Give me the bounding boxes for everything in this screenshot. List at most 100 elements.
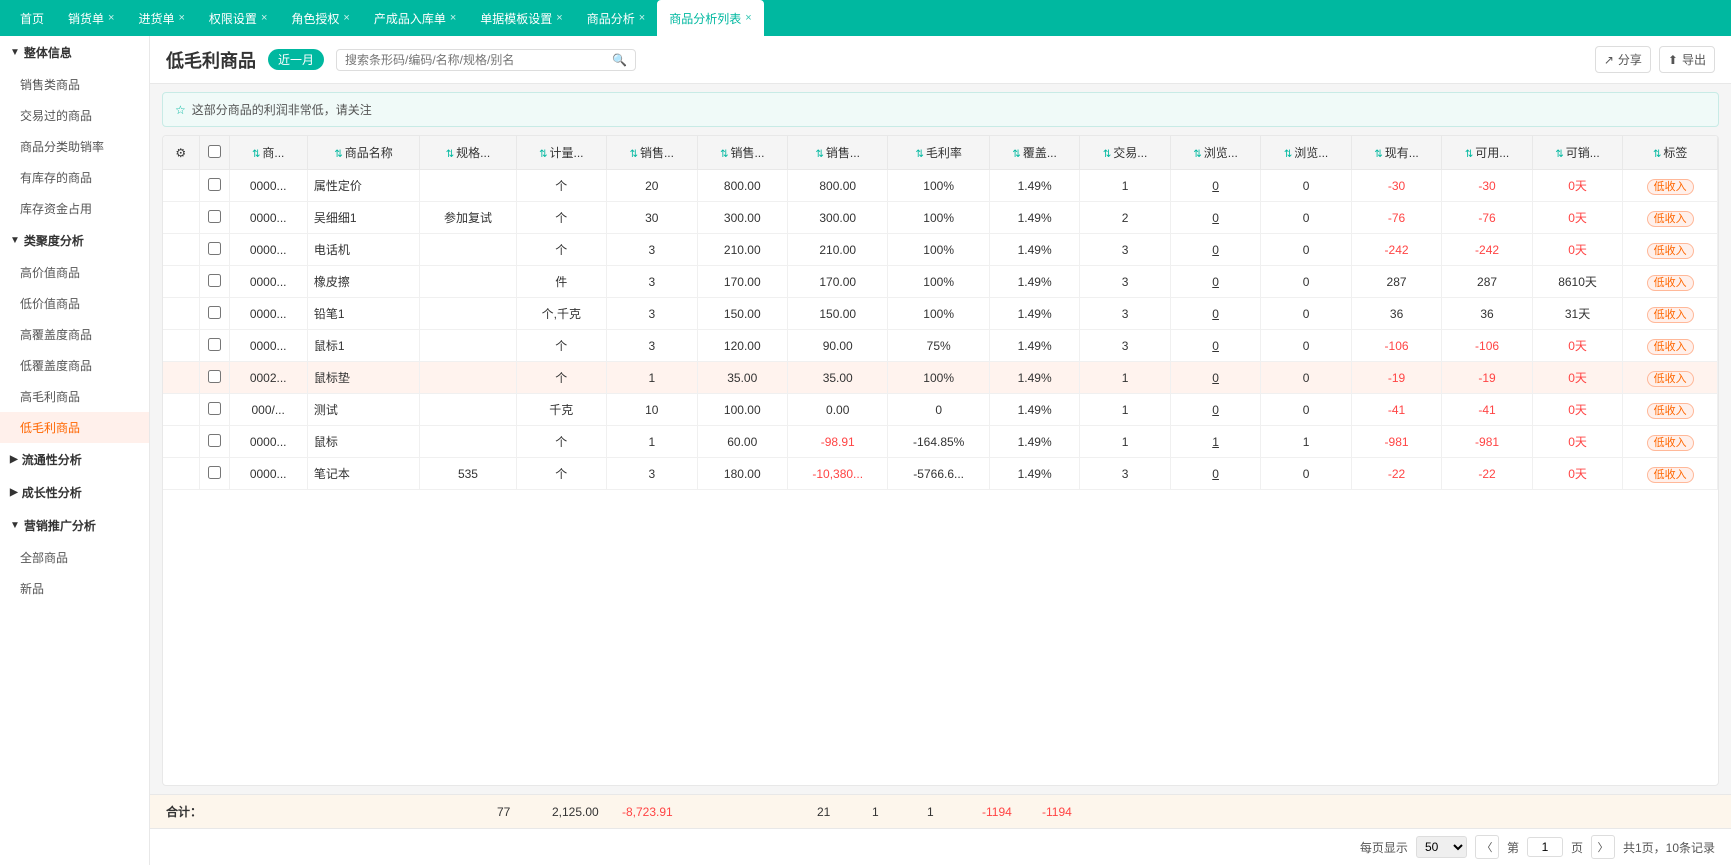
cell-browse1[interactable]: 0 [1170, 458, 1260, 490]
sidebar-item-low-value[interactable]: 低价值商品 [0, 288, 149, 319]
row-checkbox[interactable] [208, 338, 221, 351]
cell-browse1[interactable]: 0 [1170, 202, 1260, 234]
sidebar-item-high-value[interactable]: 高价值商品 [0, 257, 149, 288]
row-checkbox[interactable] [208, 242, 221, 255]
cell-checkbox[interactable] [199, 234, 229, 266]
col-sales-price[interactable]: ⇅销售... [697, 136, 787, 170]
nav-close-product-entry[interactable]: × [450, 12, 456, 24]
col-sales-qty[interactable]: ⇅销售... [607, 136, 697, 170]
cell-browse1[interactable]: 0 [1170, 170, 1260, 202]
sidebar-item-low-margin[interactable]: 低毛利商品 [0, 412, 149, 443]
select-all-checkbox[interactable] [208, 145, 221, 158]
col-available[interactable]: ⇅可用... [1442, 136, 1532, 170]
cell-browse1[interactable]: 0 [1170, 362, 1260, 394]
col-current-stock[interactable]: ⇅现有... [1351, 136, 1441, 170]
cell-checkbox[interactable] [199, 426, 229, 458]
cell-checkbox[interactable] [199, 458, 229, 490]
next-page-button[interactable]: 〉 [1591, 835, 1615, 859]
cell-checkbox[interactable] [199, 298, 229, 330]
row-checkbox[interactable] [208, 210, 221, 223]
nav-close-sales[interactable]: × [108, 12, 114, 24]
cell-checkbox[interactable] [199, 170, 229, 202]
cell-available: 36 [1442, 298, 1532, 330]
sidebar-item-new-products[interactable]: 新品 [0, 573, 149, 604]
per-page-select[interactable]: 50 20 100 [1416, 836, 1467, 858]
sidebar-section-overall[interactable]: ▼ 整体信息 [0, 36, 149, 69]
time-badge[interactable]: 近一月 [268, 49, 324, 70]
search-icon[interactable]: 🔍 [612, 53, 627, 67]
nav-item-role-auth[interactable]: 角色授权 × [279, 0, 361, 36]
sidebar-item-low-coverage[interactable]: 低覆盖度商品 [0, 350, 149, 381]
nav-item-home[interactable]: 首页 [8, 0, 56, 36]
prev-page-button[interactable]: 〈 [1475, 835, 1499, 859]
cell-browse1[interactable]: 0 [1170, 330, 1260, 362]
col-sales-profit[interactable]: ⇅销售... [788, 136, 888, 170]
share-button[interactable]: ↗ 分享 [1595, 46, 1651, 73]
nav-close-permissions[interactable]: × [261, 12, 267, 24]
row-checkbox[interactable] [208, 178, 221, 191]
nav-item-product-entry[interactable]: 产成品入库单 × [362, 0, 468, 36]
row-checkbox[interactable] [208, 274, 221, 287]
col-transaction[interactable]: ⇅交易... [1080, 136, 1170, 170]
cell-browse1[interactable]: 1 [1170, 426, 1260, 458]
sidebar-item-category-rate[interactable]: 商品分类助销率 [0, 131, 149, 162]
col-checkbox[interactable] [199, 136, 229, 170]
cell-gross-margin: 100% [888, 362, 989, 394]
cell-checkbox[interactable] [199, 202, 229, 234]
nav-close-purchase[interactable]: × [178, 12, 184, 24]
row-checkbox[interactable] [208, 306, 221, 319]
sidebar-item-high-margin[interactable]: 高毛利商品 [0, 381, 149, 412]
cell-sales-qty: 3 [607, 234, 697, 266]
col-name[interactable]: ⇅商品名称 [307, 136, 420, 170]
nav-close-role-auth[interactable]: × [343, 12, 349, 24]
row-checkbox[interactable] [208, 434, 221, 447]
sidebar-item-high-coverage[interactable]: 高覆盖度商品 [0, 319, 149, 350]
col-saleable[interactable]: ⇅可销... [1532, 136, 1622, 170]
cell-checkbox[interactable] [199, 362, 229, 394]
row-checkbox[interactable] [208, 402, 221, 415]
sidebar-item-in-stock[interactable]: 有库存的商品 [0, 162, 149, 193]
nav-item-permissions[interactable]: 权限设置 × [197, 0, 279, 36]
col-coverage[interactable]: ⇅覆盖... [989, 136, 1079, 170]
nav-item-sales[interactable]: 销货单 × [56, 0, 126, 36]
nav-close-template-setting[interactable]: × [556, 12, 562, 24]
sidebar-section-marketing[interactable]: ▼ 营销推广分析 [0, 509, 149, 542]
sidebar-section-circulation[interactable]: ▶ 流通性分析 [0, 443, 149, 476]
cell-browse1[interactable]: 0 [1170, 394, 1260, 426]
search-input[interactable] [345, 53, 612, 67]
sidebar-section-cluster[interactable]: ▼ 类聚度分析 [0, 224, 149, 257]
sidebar-item-sales-products[interactable]: 销售类商品 [0, 69, 149, 100]
col-gross-margin[interactable]: ⇅毛利率 [888, 136, 989, 170]
col-browse1[interactable]: ⇅浏览... [1170, 136, 1260, 170]
nav-item-purchase[interactable]: 进货单 × [126, 0, 196, 36]
cell-checkbox[interactable] [199, 394, 229, 426]
page-number-input[interactable] [1527, 837, 1563, 857]
row-checkbox[interactable] [208, 370, 221, 383]
cell-checkbox[interactable] [199, 266, 229, 298]
cell-checkbox[interactable] [199, 330, 229, 362]
sidebar-item-traded-products[interactable]: 交易过的商品 [0, 100, 149, 131]
row-checkbox[interactable] [208, 466, 221, 479]
nav-item-product-analysis[interactable]: 商品分析 × [575, 0, 657, 36]
nav-close-product-analysis[interactable]: × [639, 12, 645, 24]
cell-browse1[interactable]: 0 [1170, 298, 1260, 330]
cell-browse2: 0 [1261, 234, 1351, 266]
export-button[interactable]: ⬆ 导出 [1659, 46, 1715, 73]
col-unit[interactable]: ⇅计量... [516, 136, 606, 170]
search-box[interactable]: 🔍 [336, 49, 636, 71]
col-settings[interactable]: ⚙ [163, 136, 199, 170]
cell-browse1[interactable]: 0 [1170, 234, 1260, 266]
sidebar-item-capital[interactable]: 库存资金占用 [0, 193, 149, 224]
nav-close-analysis-list[interactable]: × [745, 12, 751, 24]
col-tag[interactable]: ⇅标签 [1623, 136, 1718, 170]
sidebar-section-growth[interactable]: ▶ 成长性分析 [0, 476, 149, 509]
col-code[interactable]: ⇅商... [229, 136, 307, 170]
table-row: 0000... 鼠标 个 1 60.00 -98.91 -164.85% 1.4… [163, 426, 1718, 458]
sidebar-item-all-products[interactable]: 全部商品 [0, 542, 149, 573]
nav-item-template-setting[interactable]: 单据模板设置 × [468, 0, 574, 36]
cell-browse1[interactable]: 0 [1170, 266, 1260, 298]
nav-item-analysis-list[interactable]: 商品分析列表 × [657, 0, 763, 36]
cell-sales-qty: 1 [607, 426, 697, 458]
col-spec[interactable]: ⇅规格... [420, 136, 516, 170]
col-browse2[interactable]: ⇅浏览... [1261, 136, 1351, 170]
